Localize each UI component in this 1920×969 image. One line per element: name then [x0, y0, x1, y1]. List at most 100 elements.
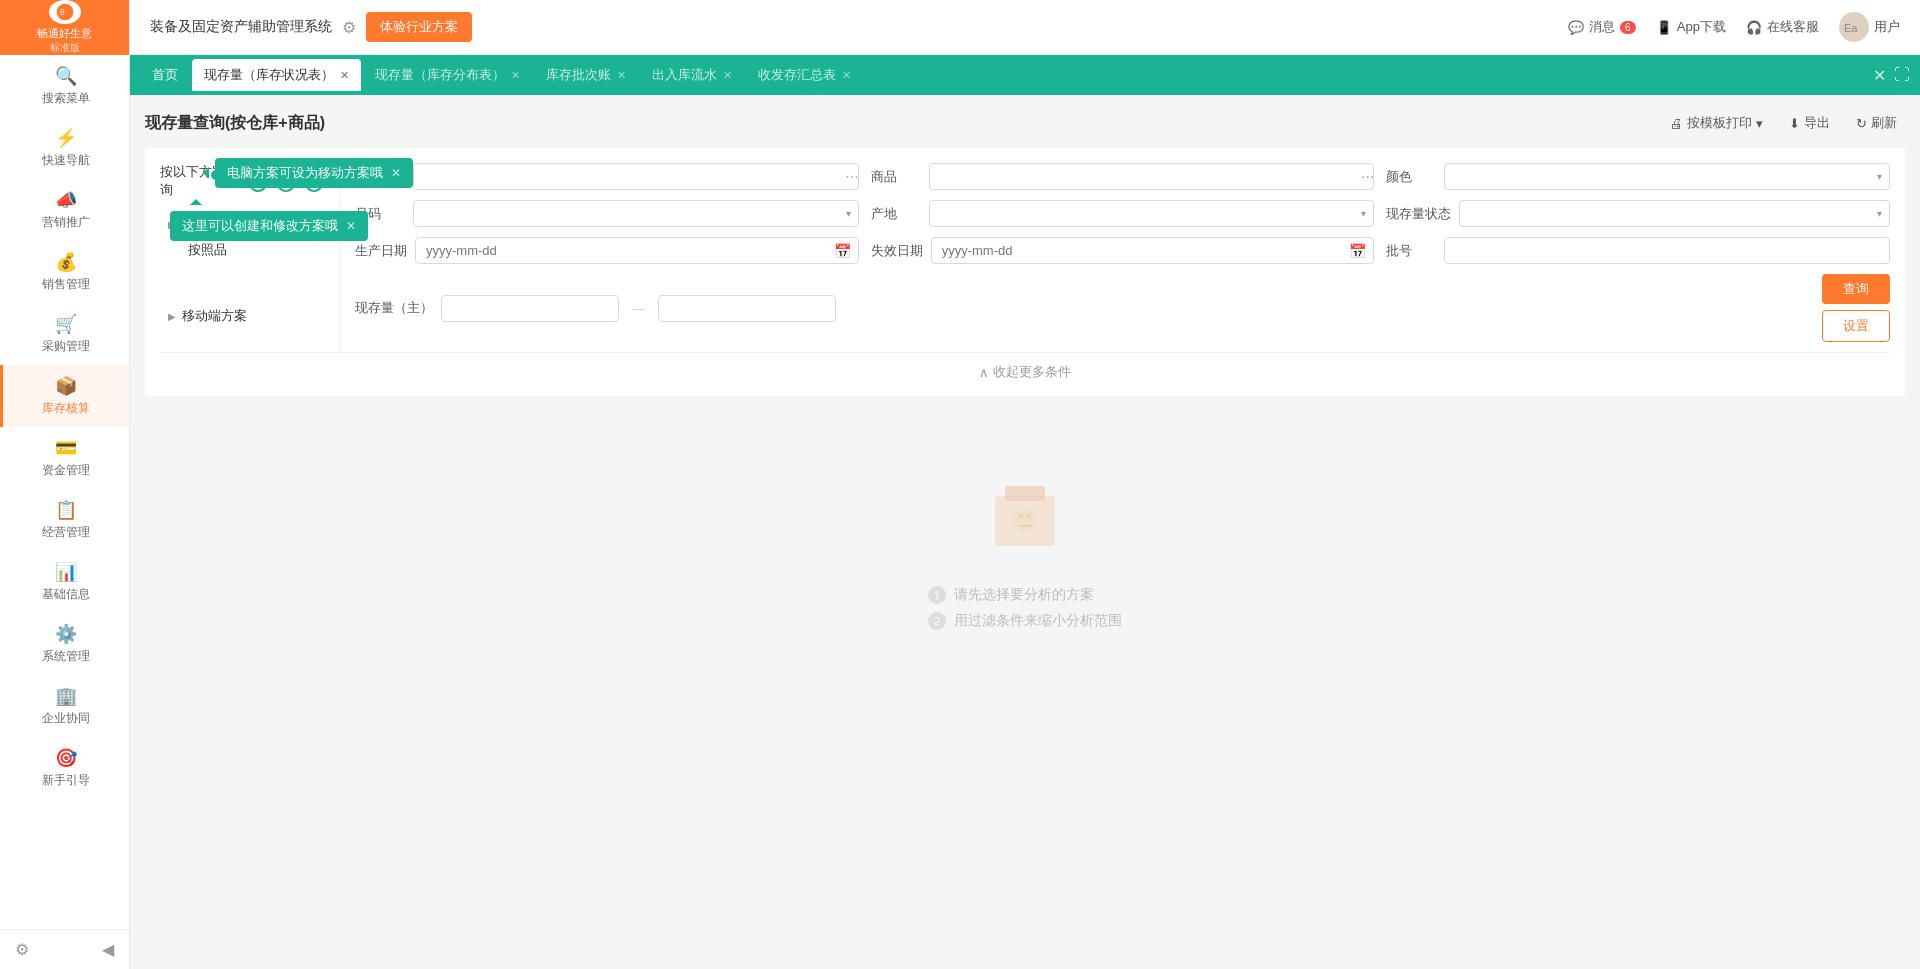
- scheme-mobile-item[interactable]: ▶ 移动端方案: [160, 303, 324, 329]
- sidebar-item-search[interactable]: 🔍 搜索菜单: [0, 55, 129, 117]
- filter-cell-stock-main: 现存量（主） —: [355, 295, 836, 322]
- filter-row-4: 现存量（主） — 查询 设置: [355, 274, 1890, 342]
- tab-close-inventory-dist[interactable]: ✕: [511, 69, 520, 82]
- prod-date-input[interactable]: [415, 237, 859, 264]
- expiry-date-input[interactable]: [931, 237, 1375, 264]
- sidebar-item-guide[interactable]: 🎯 新手引导: [0, 737, 129, 799]
- scheme-popup: 电脑方案可设为移动方案哦 ✕: [215, 158, 413, 188]
- top-header: 装备及固定资产辅助管理系统 ⚙ 体验行业方案 💬 消息 6 📱 App下载 🎧 …: [130, 0, 1920, 55]
- app-download-action[interactable]: 📱 App下载: [1656, 18, 1726, 36]
- tab-inventory-dist[interactable]: 现存量（库存分布表） ✕: [363, 59, 532, 91]
- filter-row-2: 尺码 ▾ 产地 ▾: [355, 200, 1890, 227]
- tab-inout-flow[interactable]: 出入库流水 ✕: [640, 59, 744, 91]
- prod-date-label: 生产日期: [355, 242, 407, 260]
- tab-inventory-batch[interactable]: 库存批次账 ✕: [534, 59, 638, 91]
- export-button[interactable]: ⬇ 导出: [1781, 110, 1838, 136]
- empty-state-step1: 1 请先选择要分析的方案: [928, 586, 1094, 604]
- sidebar-item-label: 基础信息: [42, 586, 90, 603]
- sidebar-item-purchase[interactable]: 🛒 采购管理: [0, 303, 129, 365]
- sidebar-item-basic[interactable]: 📊 基础信息: [0, 551, 129, 613]
- quick-nav-icon: ⚡: [55, 127, 77, 149]
- collapse-button[interactable]: ∧ 收起更多条件: [979, 363, 1071, 381]
- collapse-icon: ∧: [979, 365, 989, 380]
- warehouse-more-icon[interactable]: ···: [845, 168, 858, 186]
- tab-maximize-icon[interactable]: ⛶: [1894, 66, 1910, 84]
- search-button[interactable]: 查询: [1822, 274, 1890, 304]
- reset-button[interactable]: 设置: [1822, 310, 1890, 342]
- origin-select-wrap: ▾: [929, 200, 1375, 227]
- online-support-action[interactable]: 🎧 在线客服: [1746, 18, 1819, 36]
- expiry-date-label: 失效日期: [871, 242, 923, 260]
- batch-no-label: 批号: [1386, 242, 1436, 260]
- tab-close-inventory-batch[interactable]: ✕: [617, 69, 626, 82]
- sidebar-item-label: 经营管理: [42, 524, 90, 541]
- filter-cell-stock-status: 现存量状态 ▾: [1386, 200, 1890, 227]
- stock-main-min-input[interactable]: [441, 295, 619, 322]
- warehouse-input[interactable]: [413, 163, 859, 190]
- svg-text:6: 6: [60, 7, 65, 17]
- refresh-button[interactable]: ↻ 刷新: [1848, 110, 1905, 136]
- empty-state-step2: 2 用过滤条件来缩小分析范围: [928, 612, 1122, 630]
- tab-home[interactable]: 首页: [140, 59, 190, 91]
- page-actions: 🖨 按模板打印 ▾ ⬇ 导出 ↻ 刷新: [1662, 110, 1905, 136]
- sidebar-item-label: 资金管理: [42, 462, 90, 479]
- sidebar-item-label: 采购管理: [42, 338, 90, 355]
- svg-point-8: [1019, 514, 1023, 518]
- export-icon: ⬇: [1789, 116, 1800, 131]
- main-area: 装备及固定资产辅助管理系统 ⚙ 体验行业方案 💬 消息 6 📱 App下载 🎧 …: [130, 0, 1920, 969]
- create-scheme-popup: 这里可以创建和修改方案哦 ✕: [170, 211, 368, 241]
- sidebar-item-finance[interactable]: 💳 资金管理: [0, 427, 129, 489]
- message-label: 消息: [1589, 18, 1615, 36]
- tab-close-inout-flow[interactable]: ✕: [723, 69, 732, 82]
- guide-icon: 🎯: [55, 747, 77, 769]
- header-left: 装备及固定资产辅助管理系统 ⚙ 体验行业方案: [150, 12, 472, 42]
- goods-more-icon[interactable]: ···: [1361, 168, 1374, 186]
- finance-icon: 💳: [55, 437, 77, 459]
- create-scheme-popup-text: 这里可以创建和修改方案哦: [182, 217, 338, 235]
- filter-cell-origin: 产地 ▾: [871, 200, 1375, 227]
- prod-date-calendar-icon[interactable]: 📅: [834, 243, 851, 259]
- step1-num: 1: [928, 586, 946, 604]
- color-select[interactable]: [1444, 163, 1890, 190]
- settings-icon[interactable]: ⚙: [15, 940, 29, 959]
- tab-close-collect-summary[interactable]: ✕: [842, 69, 851, 82]
- experience-button[interactable]: 体验行业方案: [366, 12, 472, 42]
- color-select-wrap: ▾: [1444, 163, 1890, 190]
- sidebar-item-system[interactable]: ⚙️ 系统管理: [0, 613, 129, 675]
- tab-inventory-batch-label: 库存批次账: [546, 66, 611, 84]
- filter-row-1: ··· 商品 ··· 颜色: [355, 163, 1890, 190]
- sidebar-item-quicknav[interactable]: ⚡ 快速导航: [0, 117, 129, 179]
- sidebar-footer: ⚙ ◀: [0, 929, 129, 969]
- goods-input[interactable]: [929, 163, 1375, 190]
- scheme-popup-close[interactable]: ✕: [391, 166, 401, 180]
- header-settings-icon[interactable]: ⚙: [342, 18, 356, 37]
- create-scheme-popup-close[interactable]: ✕: [346, 219, 356, 233]
- prod-date-input-wrap: 📅: [415, 237, 859, 264]
- tab-collect-summary[interactable]: 收发存汇总表 ✕: [746, 59, 863, 91]
- tab-close-all-icon[interactable]: ✕: [1873, 66, 1886, 85]
- sidebar-item-inventory[interactable]: 📦 库存核算: [0, 365, 129, 427]
- sidebar-item-marketing[interactable]: 📣 营销推广: [0, 179, 129, 241]
- message-action[interactable]: 💬 消息 6: [1568, 18, 1636, 36]
- sidebar-item-enterprise[interactable]: 🏢 企业协同: [0, 675, 129, 737]
- svg-point-0: [56, 4, 73, 21]
- tab-close-inventory-status[interactable]: ✕: [340, 69, 349, 82]
- batch-no-input[interactable]: [1444, 237, 1890, 264]
- user-action[interactable]: Ea 用户: [1839, 12, 1900, 42]
- print-template-button[interactable]: 🖨 按模板打印 ▾: [1662, 110, 1771, 136]
- stock-main-max-input[interactable]: [658, 295, 836, 322]
- sidebar-item-sales[interactable]: 💰 销售管理: [0, 241, 129, 303]
- expiry-date-calendar-icon[interactable]: 📅: [1349, 243, 1366, 259]
- page-title-bar: 现存量查询(按仓库+商品) 🖨 按模板打印 ▾ ⬇ 导出 ↻ 刷新: [145, 110, 1905, 136]
- warehouse-input-wrap: ···: [413, 163, 859, 190]
- phone-icon: 📱: [1656, 20, 1672, 35]
- origin-select[interactable]: [929, 200, 1375, 227]
- sidebar-item-label: 搜索菜单: [42, 90, 90, 107]
- collapse-label: 收起更多条件: [993, 363, 1071, 381]
- stock-main-label: 现存量（主）: [355, 299, 433, 317]
- stock-status-select[interactable]: [1459, 200, 1890, 227]
- tab-inventory-status[interactable]: 现存量（库存状况表） ✕: [192, 59, 361, 91]
- size-select[interactable]: [413, 200, 859, 227]
- collapse-sidebar-icon[interactable]: ◀: [102, 940, 114, 959]
- sidebar-item-operations[interactable]: 📋 经营管理: [0, 489, 129, 551]
